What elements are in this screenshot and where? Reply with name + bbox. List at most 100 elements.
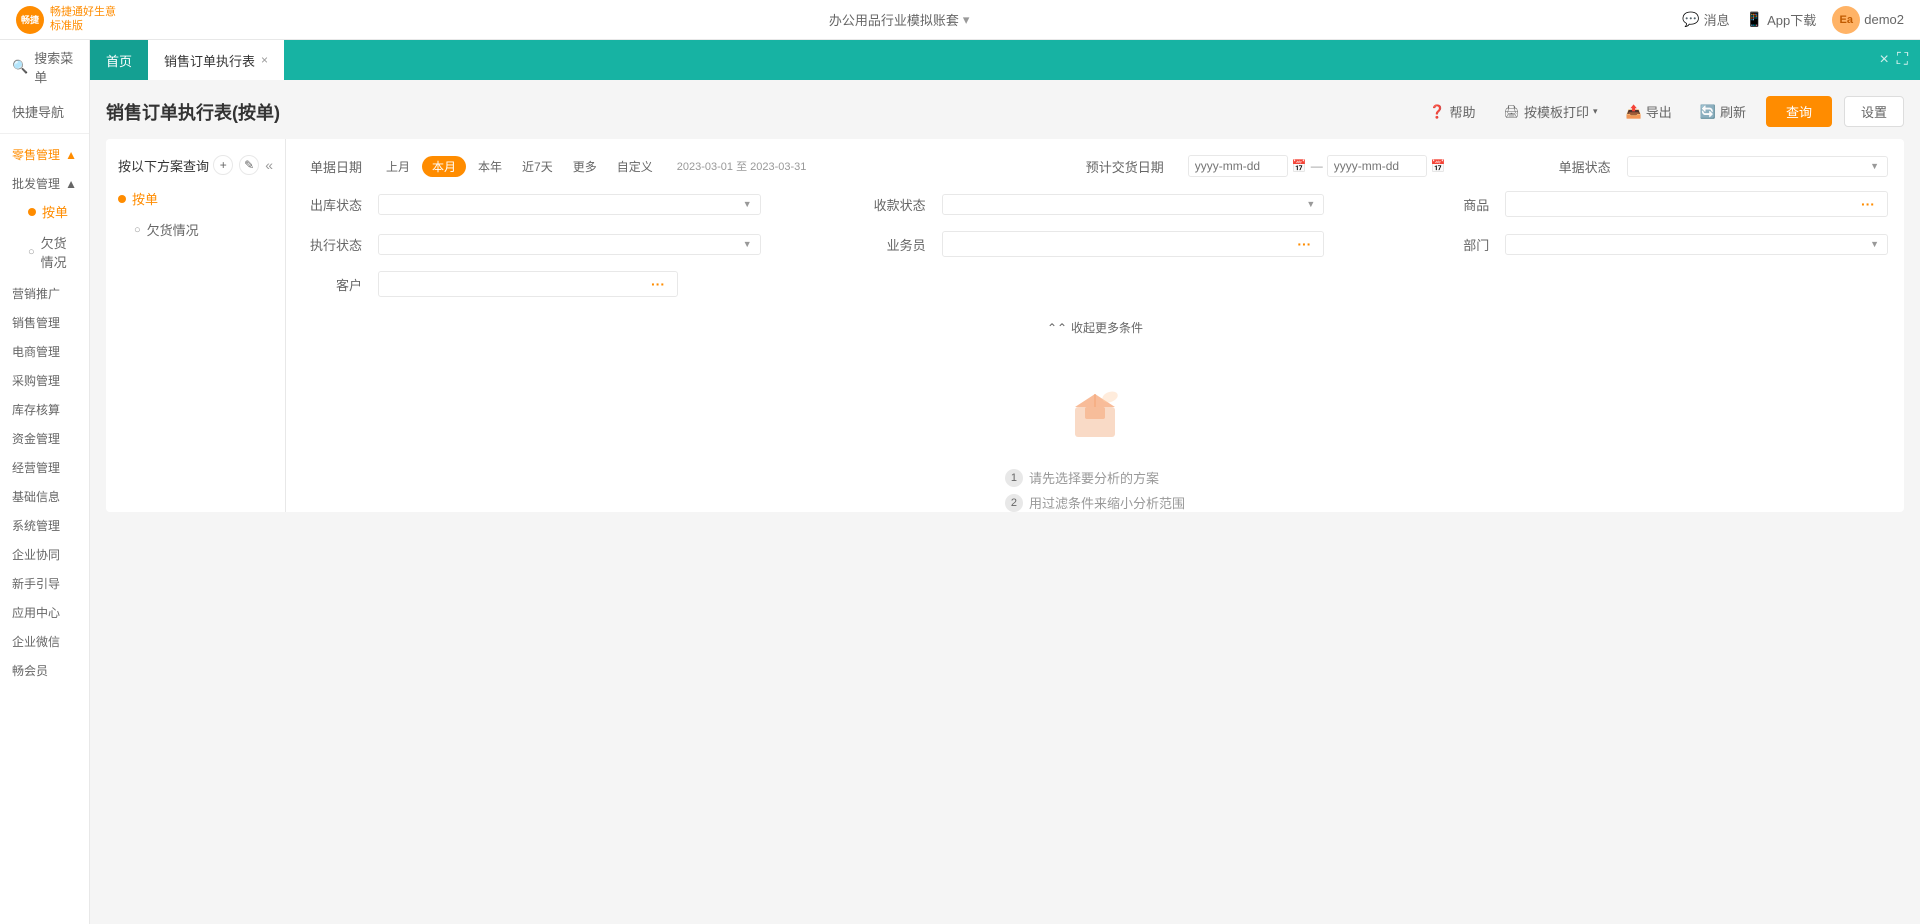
scheme-panel-title: 按以下方案查询 <box>118 156 209 175</box>
sidebar-item-newbie[interactable]: 新手引导 <box>0 567 89 596</box>
sidebar-item-finance[interactable]: 资金管理 <box>0 422 89 451</box>
retail-arrow: ▲ <box>65 148 77 162</box>
header-left: 畅捷 畅捷通好生意 标准版 <box>16 6 116 34</box>
sidebar-item-retail[interactable]: 零售管理 ▲ <box>0 138 89 167</box>
salesperson-input[interactable]: ··· <box>942 231 1325 257</box>
sidebar-item-purchase[interactable]: 采购管理 <box>0 364 89 393</box>
scheme-debt[interactable]: ○ 欠货情况 <box>106 214 285 245</box>
date-tab-custom[interactable]: 自定义 <box>609 156 661 177</box>
outstock-select[interactable] <box>378 194 761 215</box>
message-btn[interactable]: 💬 消息 <box>1682 10 1729 29</box>
scheme-panel-header: 按以下方案查询 + ✎ « <box>106 151 285 183</box>
date-tab-this-year[interactable]: 本年 <box>470 156 510 177</box>
edit-scheme-btn[interactable]: ✎ <box>239 155 259 175</box>
date-tab-last-month[interactable]: 上月 <box>378 156 418 177</box>
tab-home[interactable]: 首页 <box>90 40 148 80</box>
logo-text: 畅捷通好生意 标准版 <box>50 6 116 32</box>
sidebar-item-operations[interactable]: 经营管理 <box>0 451 89 480</box>
help-btn[interactable]: ❓ 帮助 <box>1421 98 1483 125</box>
divider-1 <box>0 133 89 134</box>
collapse-bar[interactable]: ⌃⌃ 收起更多条件 <box>302 311 1888 344</box>
step-1-num: 1 <box>1005 469 1023 487</box>
search-icon: 🔍 <box>12 59 28 75</box>
product-input[interactable]: ··· <box>1505 191 1888 217</box>
sidebar-item-system[interactable]: 系统管理 <box>0 509 89 538</box>
customer-input[interactable]: ··· <box>378 271 678 297</box>
page-actions: ❓ 帮助 🖨 按模板打印 ▾ 📤 导出 🔄 刷新 <box>1421 96 1904 127</box>
date-input-group: 2023-03-01 至 2023-03-31 <box>677 158 811 174</box>
app-download-btn[interactable]: 📱 App下载 <box>1746 10 1817 29</box>
header-center: 办公用品行业模拟账套 ▾ <box>829 10 970 29</box>
sidebar-item-wechat[interactable]: 企业微信 <box>0 625 89 654</box>
refresh-btn[interactable]: 🔄 刷新 <box>1692 98 1754 125</box>
scheme-by-order[interactable]: 按单 <box>106 183 285 214</box>
filter-panel: 单据日期 上月 本月 本年 近7天 更多 自定义 <box>286 139 1904 360</box>
dept-arrow <box>1870 239 1879 250</box>
empty-steps: 1 请先选择要分析的方案 2 用过滤条件来缩小分析范围 <box>1005 468 1185 512</box>
status-select[interactable] <box>1627 156 1888 177</box>
sidebar-item-sales[interactable]: 销售管理 <box>0 306 89 335</box>
date-tab-more[interactable]: 更多 <box>565 156 605 177</box>
product-label: 商品 <box>1429 195 1489 214</box>
collapse-panel-btn[interactable]: « <box>265 157 273 173</box>
sidebar-item-marketing[interactable]: 营销推广 <box>0 277 89 306</box>
search-menu[interactable]: 🔍 搜索菜单 <box>0 40 89 94</box>
sidebar-sub-by-order[interactable]: 按单 <box>0 196 89 227</box>
sidebar-item-apps[interactable]: 应用中心 <box>0 596 89 625</box>
date-tab-last7[interactable]: 近7天 <box>514 156 561 177</box>
sidebar-item-enterprise[interactable]: 企业协同 <box>0 538 89 567</box>
step-2-num: 2 <box>1005 494 1023 512</box>
sidebar-sub-debt[interactable]: ○ 欠货情况 <box>0 227 89 277</box>
setting-button[interactable]: 设置 <box>1844 96 1904 127</box>
status-arrow <box>1870 161 1879 172</box>
sidebar: 🔍 搜索菜单 快捷导航 零售管理 ▲ 批发管理 ▲ 按单 ○ 欠货情况 营销推广… <box>0 40 90 924</box>
top-header: 畅捷 畅捷通好生意 标准版 办公用品行业模拟账套 ▾ 💬 消息 📱 App下载 … <box>0 0 1920 40</box>
customer-label: 客户 <box>302 275 362 294</box>
sidebar-item-inventory[interactable]: 库存核算 <box>0 393 89 422</box>
add-scheme-btn[interactable]: + <box>213 155 233 175</box>
sidebar-item-basic[interactable]: 基础信息 <box>0 480 89 509</box>
debt-icon: ○ <box>28 246 35 258</box>
export-btn[interactable]: 📤 导出 <box>1618 98 1680 125</box>
quick-nav[interactable]: 快捷导航 <box>0 94 89 129</box>
customer-more-btn[interactable]: ··· <box>647 276 669 292</box>
date-to-input[interactable] <box>1327 155 1427 177</box>
exec-arrow <box>743 239 752 250</box>
tab-bar-actions: × ⛶ <box>1879 51 1920 69</box>
sidebar-item-ecommerce[interactable]: 电商管理 <box>0 335 89 364</box>
close-window-icon[interactable]: × <box>1879 51 1888 69</box>
header-right: 💬 消息 📱 App下载 Ea demo2 <box>1682 6 1904 34</box>
tab-close-btn[interactable]: × <box>261 53 268 67</box>
product-more-btn[interactable]: ··· <box>1857 196 1879 212</box>
active-dot <box>28 208 36 216</box>
date-tabs: 上月 本月 本年 近7天 更多 自定义 <box>378 156 661 177</box>
tab-exec-table[interactable]: 销售订单执行表 × <box>148 40 284 80</box>
wholesale-arrow: ▲ <box>65 177 77 191</box>
outstock-arrow <box>743 199 752 210</box>
app-icon: 📱 <box>1746 11 1763 28</box>
salesperson-more-btn[interactable]: ··· <box>1293 236 1315 252</box>
empty-step-1: 1 请先选择要分析的方案 <box>1005 468 1185 487</box>
query-button[interactable]: 查询 <box>1766 96 1832 127</box>
dept-select[interactable] <box>1505 234 1888 255</box>
left-scheme-panel: 按以下方案查询 + ✎ « 按单 <box>106 139 286 512</box>
calendar-from-icon[interactable]: 📅 <box>1292 159 1307 173</box>
date-range-group: 上月 本月 本年 近7天 更多 自定义 2023-03-01 至 2023-03… <box>378 156 810 177</box>
filter-row-4: 客户 ··· <box>302 271 1888 297</box>
calendar-to-icon[interactable]: 📅 <box>1431 159 1446 173</box>
date-tab-this-month[interactable]: 本月 <box>422 156 466 177</box>
sidebar-item-member[interactable]: 畅会员 <box>0 654 89 683</box>
payment-label: 收款状态 <box>866 195 926 214</box>
sidebar-item-wholesale[interactable]: 批发管理 ▲ <box>0 167 89 196</box>
date-from-input[interactable] <box>1188 155 1288 177</box>
payment-select[interactable] <box>942 194 1325 215</box>
exec-select[interactable] <box>378 234 761 255</box>
page-title: 销售订单执行表(按单) <box>106 99 280 125</box>
status-label: 单据状态 <box>1551 157 1611 176</box>
drop-icon[interactable]: ▾ <box>963 12 970 28</box>
print-btn[interactable]: 🖨 按模板打印 ▾ <box>1496 98 1606 125</box>
date-range-text: 2023-03-01 至 2023-03-31 <box>677 158 807 174</box>
user-menu[interactable]: Ea demo2 <box>1832 6 1904 34</box>
expand-icon[interactable]: ⛶ <box>1897 51 1908 69</box>
collapse-up-icon: ⌃⌃ <box>1047 321 1067 335</box>
